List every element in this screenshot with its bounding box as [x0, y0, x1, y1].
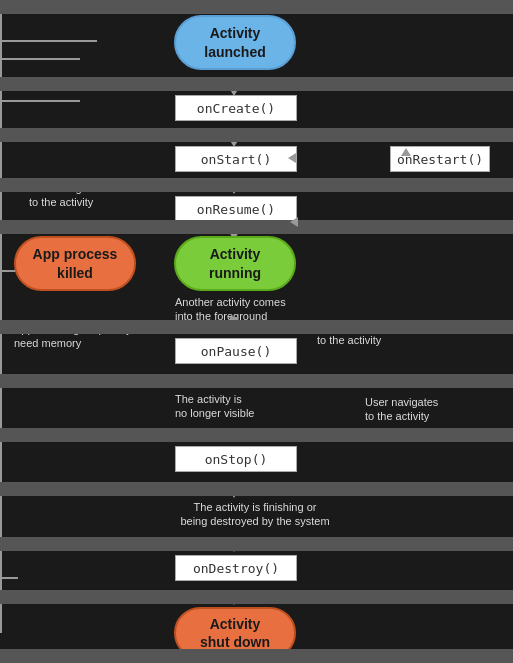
ondestroy-box: onDestroy()	[175, 555, 297, 581]
arrowhead-restart	[288, 153, 296, 163]
arrow-oncreate-to-sep	[0, 20, 2, 40]
onpause-box: onPause()	[175, 338, 297, 364]
separator-6	[0, 374, 513, 388]
arrow-onstart-to-sep	[0, 42, 2, 58]
arrow-ondestroy-down	[0, 615, 2, 633]
arrow-onpause-right	[0, 100, 80, 102]
separator-10	[0, 590, 513, 604]
activity-finishing-label: The activity is finishing or being destr…	[155, 500, 355, 529]
onresume-box: onResume()	[175, 196, 297, 222]
arrowhead-navigates2	[401, 148, 411, 156]
arrow-onrestart-to-onstart	[0, 40, 97, 42]
separator-top	[0, 0, 513, 14]
separator-1	[0, 77, 513, 91]
separator-bottom	[0, 649, 513, 663]
arrow-onpause-down	[0, 234, 2, 252]
arrow-nolonger-down	[0, 252, 2, 270]
arrow-onresume-right	[0, 58, 80, 60]
arrow-user-returns-up	[0, 102, 2, 232]
separator-7	[0, 428, 513, 442]
separator-8	[0, 482, 513, 496]
separator-9	[0, 537, 513, 551]
activity-running-node: Activity running	[174, 236, 296, 291]
arrowhead-return	[290, 217, 298, 227]
separator-3	[0, 178, 513, 192]
separator-2	[0, 128, 513, 142]
activity-launched-node: Activity launched	[174, 15, 296, 70]
arrow-navigates2-up	[0, 272, 2, 577]
arrow-to-onrestart	[0, 577, 18, 579]
oncreate-box: onCreate()	[175, 95, 297, 121]
app-process-killed-node: App process killed	[14, 236, 136, 291]
onstop-box: onStop()	[175, 446, 297, 472]
user-navigates-label-2: User navigates to the activity	[365, 395, 505, 424]
lifecycle-diagram: Activity launched onCreate() onStart() o…	[0, 0, 513, 663]
onstart-box: onStart()	[175, 146, 297, 172]
arrow-onresume-to-running	[0, 60, 2, 72]
separator-4	[0, 220, 513, 234]
separator-5	[0, 320, 513, 334]
activity-no-longer-label: The activity is no longer visible	[175, 392, 320, 421]
